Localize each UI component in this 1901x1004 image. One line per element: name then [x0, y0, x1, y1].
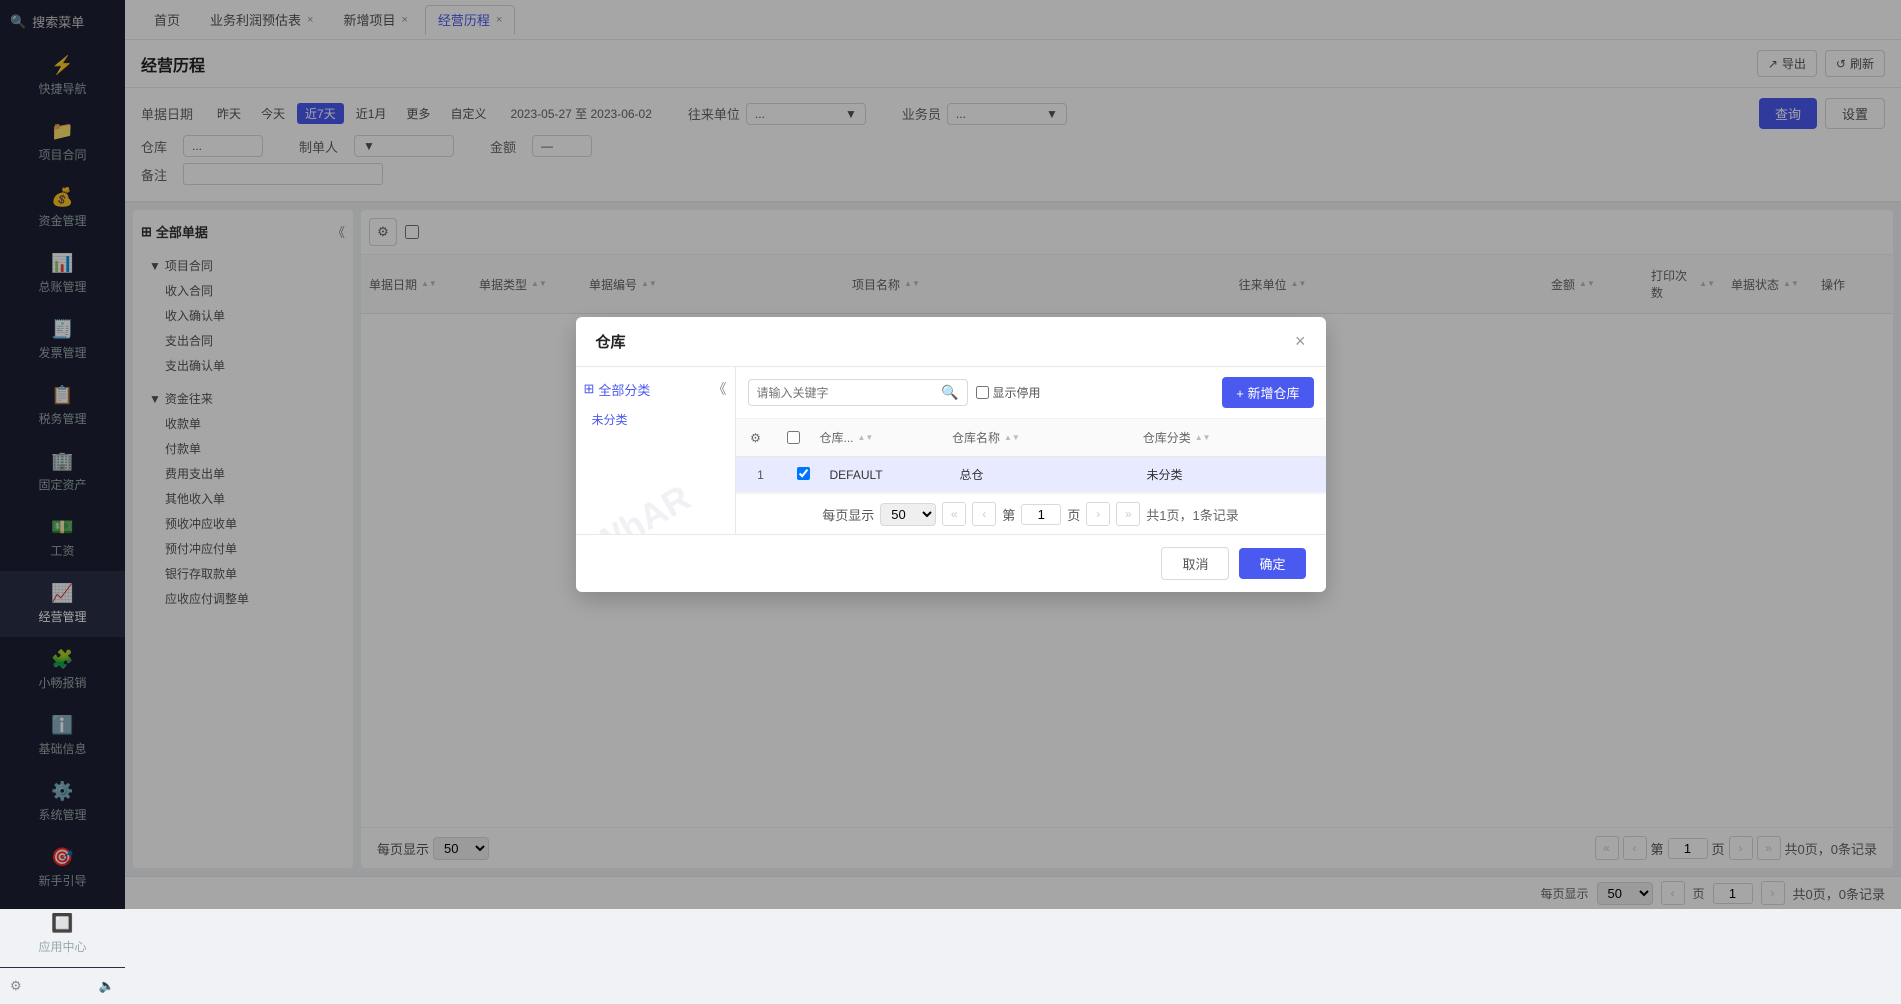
modal-next-page[interactable]: ›	[1086, 502, 1110, 526]
modal-th-name: 仓库名称 ▲▼	[944, 425, 1135, 450]
modal-right-panel: 🔍 显示停用 + 新增仓库 ⚙	[736, 367, 1326, 534]
modal-first-page[interactable]: «	[942, 502, 966, 526]
watermark-text: WhAR	[583, 459, 728, 534]
grid-icon-modal: ⊞	[584, 381, 595, 397]
modal-row-checkbox[interactable]	[797, 467, 810, 480]
modal-row-code: DEFAULT	[822, 466, 952, 484]
modal-select-all[interactable]	[787, 431, 800, 444]
modal-cancel-button[interactable]: 取消	[1161, 547, 1229, 580]
modal-header: 仓库 ×	[576, 317, 1326, 367]
modal-collapse-btn[interactable]: 《	[713, 379, 727, 399]
modal-th-code: 仓库... ▲▼	[812, 425, 945, 450]
modal-page-size-select[interactable]: 50 100	[880, 503, 936, 526]
modal-row-check	[786, 465, 822, 485]
sidebar-item-app-center[interactable]: 🔲 应用中心	[0, 901, 125, 967]
modal-footer: 取消 确定	[576, 534, 1326, 592]
sort-category-icon[interactable]: ▲▼	[1195, 434, 1211, 442]
modal-last-page[interactable]: »	[1116, 502, 1140, 526]
modal-th-category: 仓库分类 ▲▼	[1135, 425, 1326, 450]
modal-confirm-button[interactable]: 确定	[1239, 548, 1305, 579]
modal-page-input[interactable]	[1021, 504, 1061, 525]
modal-search-icon: 🔍	[941, 384, 958, 401]
modal-table: ⚙ 仓库... ▲▼ 仓库名称 ▲▼	[736, 419, 1326, 493]
modal-body: ⊞ 全部分类 《 未分类 WhAR 🔍	[576, 367, 1326, 534]
modal-row-category: 未分类	[1139, 464, 1326, 485]
modal-table-row[interactable]: 1 DEFAULT 总仓 未分类	[736, 457, 1326, 493]
modal-overlay[interactable]: 仓库 × ⊞ 全部分类 《 未分类 WhAR	[0, 0, 1901, 909]
app-center-icon: 🔲	[51, 913, 73, 934]
modal-search-input[interactable]	[757, 386, 938, 400]
show-disabled-label: 显示停用	[976, 384, 1041, 401]
settings-icon[interactable]: ⚙	[10, 978, 22, 994]
sort-name-icon[interactable]: ▲▼	[1004, 434, 1020, 442]
modal-category-unclassified[interactable]: 未分类	[584, 407, 727, 432]
modal-pagination: 每页显示 50 100 « ‹ 第 页 › » 共1页，1条记录	[736, 493, 1326, 534]
sidebar-bottom: ⚙ 🔈	[0, 967, 125, 1004]
modal-close-button[interactable]: ×	[1295, 331, 1306, 352]
modal-title: 仓库	[596, 331, 626, 352]
modal-category-title: ⊞ 全部分类	[584, 380, 651, 399]
modal-toolbar: 🔍 显示停用 + 新增仓库	[736, 367, 1326, 419]
modal-row-seq: 1	[736, 466, 786, 484]
sort-code-icon[interactable]: ▲▼	[858, 434, 874, 442]
modal-table-gear-icon[interactable]: ⚙	[750, 431, 761, 445]
modal-row-name: 总仓	[952, 464, 1139, 485]
modal-table-header: ⚙ 仓库... ▲▼ 仓库名称 ▲▼	[736, 419, 1326, 457]
show-disabled-checkbox[interactable]	[976, 386, 989, 399]
audio-icon[interactable]: 🔈	[99, 978, 115, 994]
modal-total-info: 共1页，1条记录	[1146, 505, 1238, 524]
modal-search-box: 🔍	[748, 379, 968, 406]
modal-left-panel: ⊞ 全部分类 《 未分类 WhAR	[576, 367, 736, 534]
modal-th-check	[776, 425, 812, 450]
add-warehouse-button[interactable]: + 新增仓库	[1222, 377, 1313, 408]
warehouse-modal: 仓库 × ⊞ 全部分类 《 未分类 WhAR	[576, 317, 1326, 592]
modal-prev-page[interactable]: ‹	[972, 502, 996, 526]
modal-left-header: ⊞ 全部分类 《	[584, 375, 727, 407]
modal-th-gear: ⚙	[736, 425, 776, 450]
